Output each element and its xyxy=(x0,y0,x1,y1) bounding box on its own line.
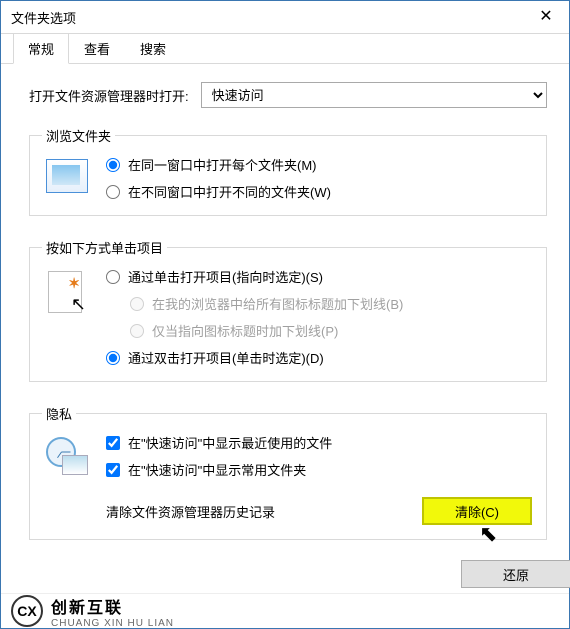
clear-history-row: 清除文件资源管理器历史记录 清除(C) xyxy=(106,497,534,525)
radio-double-click-label: 通过双击打开项目(单击时选定)(D) xyxy=(128,348,324,367)
clear-history-label: 清除文件资源管理器历史记录 xyxy=(106,502,275,521)
watermark-text-zh: 创新互联 xyxy=(51,594,174,618)
radio-same-window-input[interactable] xyxy=(106,158,120,172)
radio-double-click-input[interactable] xyxy=(106,351,120,365)
radio-new-window-input[interactable] xyxy=(106,185,120,199)
checkbox-frequent-folders-label: 在"快速访问"中显示常用文件夹 xyxy=(128,460,306,479)
radio-underline-point-input xyxy=(130,324,144,338)
radio-underline-browser-input xyxy=(130,297,144,311)
close-icon: ✕ xyxy=(539,9,552,25)
privacy-legend: 隐私 xyxy=(42,404,76,423)
restore-defaults-button[interactable]: 还原 xyxy=(461,560,570,588)
click-items-group: 按如下方式单击项目 ✶ ↖ 通过单击打开项目(指向时选定)(S) xyxy=(29,238,547,382)
click-items-legend: 按如下方式单击项目 xyxy=(42,238,167,257)
radio-double-click[interactable]: 通过双击打开项目(单击时选定)(D) xyxy=(106,348,403,367)
titlebar: 文件夹选项 ✕ xyxy=(1,1,569,34)
checkbox-recent-files[interactable]: 在"快速访问"中显示最近使用的文件 xyxy=(106,433,534,452)
checkbox-recent-files-input[interactable] xyxy=(106,436,120,450)
tab-content-general: 打开文件资源管理器时打开: 快速访问 浏览文件夹 在同一窗口中打开每个文件夹(M… xyxy=(1,64,569,572)
click-items-icon: ✶ ↖ xyxy=(42,267,90,315)
close-button[interactable]: ✕ xyxy=(523,1,569,33)
radio-single-click-input[interactable] xyxy=(106,270,120,284)
open-explorer-row: 打开文件资源管理器时打开: 快速访问 xyxy=(29,82,547,108)
tab-view[interactable]: 查看 xyxy=(69,33,125,63)
radio-same-window-label: 在同一窗口中打开每个文件夹(M) xyxy=(128,155,317,174)
radio-same-window[interactable]: 在同一窗口中打开每个文件夹(M) xyxy=(106,155,331,174)
watermark: CX 创新互联 CHUANG XIN HU LIAN xyxy=(1,593,569,628)
window-title: 文件夹选项 xyxy=(11,8,76,27)
open-explorer-label: 打开文件资源管理器时打开: xyxy=(29,86,189,105)
radio-new-window[interactable]: 在不同窗口中打开不同的文件夹(W) xyxy=(106,182,331,201)
radio-underline-browser: 在我的浏览器中给所有图标标题加下划线(B) xyxy=(130,294,403,313)
tab-strip: 常规 查看 搜索 xyxy=(1,34,569,64)
privacy-icon xyxy=(42,433,90,477)
radio-single-click[interactable]: 通过单击打开项目(指向时选定)(S) xyxy=(106,267,403,286)
checkbox-recent-files-label: 在"快速访问"中显示最近使用的文件 xyxy=(128,433,332,452)
dialog-footer: 还原 xyxy=(461,560,570,588)
radio-underline-browser-label: 在我的浏览器中给所有图标标题加下划线(B) xyxy=(152,294,403,313)
browse-folders-legend: 浏览文件夹 xyxy=(42,126,115,145)
radio-new-window-label: 在不同窗口中打开不同的文件夹(W) xyxy=(128,182,331,201)
clear-history-button[interactable]: 清除(C) xyxy=(422,497,532,525)
privacy-group: 隐私 在"快速访问"中显示最近使用的文件 在"快速访问"中显示常用文件 xyxy=(29,404,547,540)
browse-folders-group: 浏览文件夹 在同一窗口中打开每个文件夹(M) 在不同窗口中打开不同的文件夹(W) xyxy=(29,126,547,216)
watermark-logo-icon: CX xyxy=(11,595,43,627)
radio-underline-point: 仅当指向图标标题时加下划线(P) xyxy=(130,321,403,340)
radio-underline-point-label: 仅当指向图标标题时加下划线(P) xyxy=(152,321,338,340)
tab-search[interactable]: 搜索 xyxy=(125,33,181,63)
browse-folders-icon xyxy=(42,155,90,191)
checkbox-frequent-folders-input[interactable] xyxy=(106,463,120,477)
watermark-text-en: CHUANG XIN HU LIAN xyxy=(51,618,174,629)
folder-options-window: 文件夹选项 ✕ 常规 查看 搜索 打开文件资源管理器时打开: 快速访问 浏览文件… xyxy=(0,0,570,629)
radio-single-click-label: 通过单击打开项目(指向时选定)(S) xyxy=(128,267,323,286)
open-explorer-select[interactable]: 快速访问 xyxy=(201,82,547,108)
tab-general[interactable]: 常规 xyxy=(13,33,69,64)
checkbox-frequent-folders[interactable]: 在"快速访问"中显示常用文件夹 xyxy=(106,460,534,479)
